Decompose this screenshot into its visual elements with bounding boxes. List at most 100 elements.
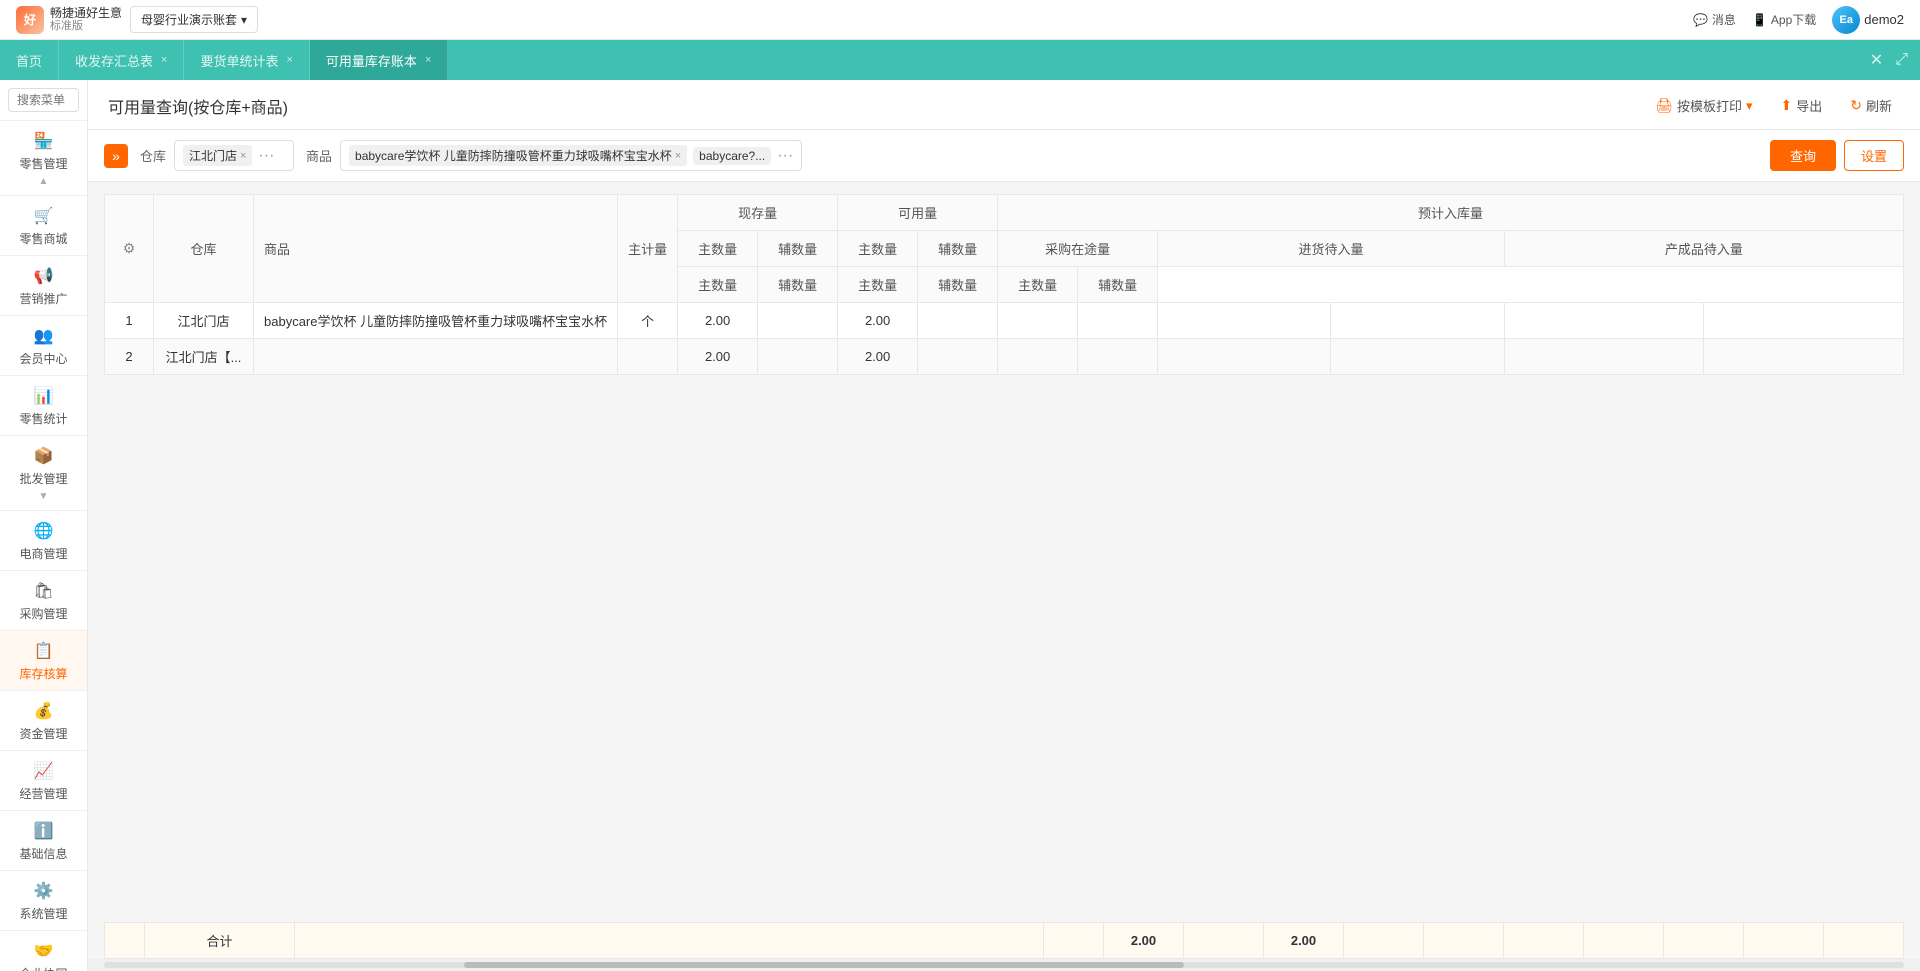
footer-current-main: 2.00 (1104, 923, 1184, 959)
inventory-mgmt-icon: 📋 (34, 641, 54, 661)
purchase-icon: 🛍 (33, 581, 53, 601)
footer-current-aux (1184, 923, 1264, 959)
row-2-purchase-main (998, 339, 1078, 375)
message-icon: 💬 (1693, 13, 1708, 27)
tab-home[interactable]: 首页 (0, 40, 59, 80)
data-table: ⚙ 仓库 商品 主计量 现存量 (104, 194, 1904, 375)
row-1-available-aux (918, 303, 998, 339)
print-btn[interactable]: 🖨 按模板打印 ▾ (1647, 92, 1760, 119)
th-available: 可用量 (838, 195, 998, 231)
product-tag-remove-1[interactable]: × (675, 150, 681, 162)
search-input[interactable] (8, 88, 79, 112)
row-2-warehouse: 江北门店【... (154, 339, 254, 375)
top-bar: 好 畅捷通好生意 标准版 母婴行业演示账套 ▾ 💬 消息 📱 App下载 Ea … (0, 0, 1920, 40)
row-1-purchase-aux (1078, 303, 1158, 339)
sidebar-item-ecommerce[interactable]: 🌐 电商管理 (0, 511, 87, 571)
sidebar-item-enterprise[interactable]: 🤝 企业协同 (0, 931, 87, 971)
tab-order[interactable]: 要货单统计表 × (184, 40, 309, 80)
warehouse-filter: 仓库 江北门店 × ··· (140, 140, 294, 171)
sidebar-item-basic[interactable]: ℹ️ 基础信息 (0, 811, 87, 871)
page-header: 可用量查询(按仓库+商品) 🖨 按模板打印 ▾ ⬆ 导出 ↻ 刷新 (88, 80, 1920, 130)
expand-filter-btn[interactable]: » (104, 144, 128, 168)
tab-inventory[interactable]: 可用量库存账本 × (310, 40, 448, 80)
main-content: 可用量查询(按仓库+商品) 🖨 按模板打印 ▾ ⬆ 导出 ↻ 刷新 (88, 80, 1920, 971)
enterprise-icon: 🤝 (34, 941, 54, 961)
expand-icon[interactable]: ⤢ (1891, 51, 1912, 69)
scroll-track[interactable] (104, 962, 1904, 968)
table-settings-icon[interactable]: ⚙ (115, 235, 143, 263)
chevron-down-icon: ▾ (241, 13, 247, 27)
refresh-btn[interactable]: ↻ 刷新 (1842, 92, 1900, 119)
sidebar-item-system[interactable]: ⚙️ 系统管理 (0, 871, 87, 931)
row-1-purchase-main (998, 303, 1078, 339)
settings-button[interactable]: 设置 (1844, 140, 1904, 171)
product-tags[interactable]: babycare学饮杯 儿童防摔防撞吸管杯重力球吸嘴杯宝宝水杯 × babyca… (340, 140, 802, 171)
basic-icon: ℹ️ (34, 821, 54, 841)
sidebar-item-purchase[interactable]: 🛍 采购管理 (0, 571, 87, 631)
sidebar-item-operation[interactable]: 📈 经营管理 (0, 751, 87, 811)
th-product: 商品 (254, 195, 618, 303)
row-1-production-main (1504, 303, 1704, 339)
footer-available-main: 2.00 (1264, 923, 1344, 959)
sidebar-item-member[interactable]: 👥 会员中心 (0, 316, 87, 376)
sidebar-item-stats[interactable]: 📊 零售统计 (0, 376, 87, 436)
warehouse-tags[interactable]: 江北门店 × ··· (174, 140, 294, 171)
tab-receivable[interactable]: 收发存汇总表 × (59, 40, 184, 80)
row-2-current-main: 2.00 (678, 339, 758, 375)
sidebar-item-wholesale[interactable]: 📦 批发管理 ▼ (0, 436, 87, 511)
product-dots[interactable]: ··· (777, 147, 793, 165)
logo-area: 好 畅捷通好生意 标准版 (16, 6, 122, 34)
close-all-icon[interactable]: ✕ (1866, 50, 1887, 70)
sidebar-item-finance[interactable]: 💰 资金管理 (0, 691, 87, 751)
tab-order-close[interactable]: × (286, 54, 292, 66)
query-button[interactable]: 查询 (1770, 140, 1836, 171)
th-settings: ⚙ (105, 195, 154, 303)
online-mall-icon: 🛒 (34, 206, 54, 226)
sidebar-item-marketing[interactable]: 📢 营销推广 (0, 256, 87, 316)
tab-receivable-close[interactable]: × (161, 54, 167, 66)
print-chevron-icon: ▾ (1746, 98, 1753, 114)
member-icon: 👥 (34, 326, 54, 346)
user-area[interactable]: Ea demo2 (1832, 6, 1904, 34)
top-bar-right: 💬 消息 📱 App下载 Ea demo2 (1693, 6, 1904, 34)
app-download-action[interactable]: 📱 App下载 (1752, 11, 1816, 28)
sidebar-item-zero-sales[interactable]: 🏪 零售管理 ▲ (0, 121, 87, 196)
export-btn[interactable]: ⬆ 导出 (1773, 92, 1831, 119)
table-area: ⚙ 仓库 商品 主计量 现存量 (88, 182, 1920, 922)
footer-incoming-main (1584, 923, 1664, 959)
scroll-thumb[interactable] (464, 962, 1184, 968)
row-1-incoming-main (1158, 303, 1331, 339)
th-production: 产成品待入量 (1504, 231, 1903, 267)
footer-empty-3 (1044, 923, 1104, 959)
page-title-row: 可用量查询(按仓库+商品) 🖨 按模板打印 ▾ ⬆ 导出 ↻ 刷新 (108, 92, 1900, 129)
row-2-no: 2 (105, 339, 154, 375)
footer-purchase-main (1424, 923, 1504, 959)
nav-tabs-right: ✕ ⤢ (1866, 50, 1920, 70)
table-row: 1 江北门店 babycare学饮杯 儿童防摔防撞吸管杯重力球吸嘴杯宝宝水杯 个… (105, 303, 1904, 339)
row-1-incoming-aux (1331, 303, 1504, 339)
scroll-bar-area (88, 959, 1920, 971)
arrow-icon-2: ▼ (39, 491, 49, 502)
th-purchase: 采购在途量 (998, 231, 1158, 267)
row-2-production-aux (1704, 339, 1904, 375)
sidebar-item-online-mall[interactable]: 🛒 零售商城 (0, 196, 87, 256)
th-available-aux: 辅数量 (918, 231, 998, 267)
tab-inventory-close[interactable]: × (425, 54, 431, 66)
th-warehouse: 仓库 (154, 195, 254, 303)
footer-table: 合计 2.00 2.00 (104, 922, 1904, 959)
th-purchase-main: 主数量 (678, 267, 758, 303)
row-2-purchase-aux (1078, 339, 1158, 375)
row-2-available-main: 2.00 (838, 339, 918, 375)
export-icon: ⬆ (1781, 97, 1793, 114)
warehouse-dots[interactable]: ··· (258, 147, 274, 165)
row-2-product (254, 339, 618, 375)
footer-empty-2 (295, 923, 1044, 959)
system-icon: ⚙️ (34, 881, 54, 901)
nav-tabs: 首页 收发存汇总表 × 要货单统计表 × 可用量库存账本 × ✕ ⤢ (0, 40, 1920, 80)
org-selector[interactable]: 母婴行业演示账套 ▾ (130, 6, 258, 33)
footer-available-aux (1344, 923, 1424, 959)
warehouse-tag-remove[interactable]: × (240, 150, 246, 162)
row-2-current-aux (758, 339, 838, 375)
sidebar-item-inventory-mgmt[interactable]: 📋 库存核算 (0, 631, 87, 691)
message-action[interactable]: 💬 消息 (1693, 11, 1736, 28)
